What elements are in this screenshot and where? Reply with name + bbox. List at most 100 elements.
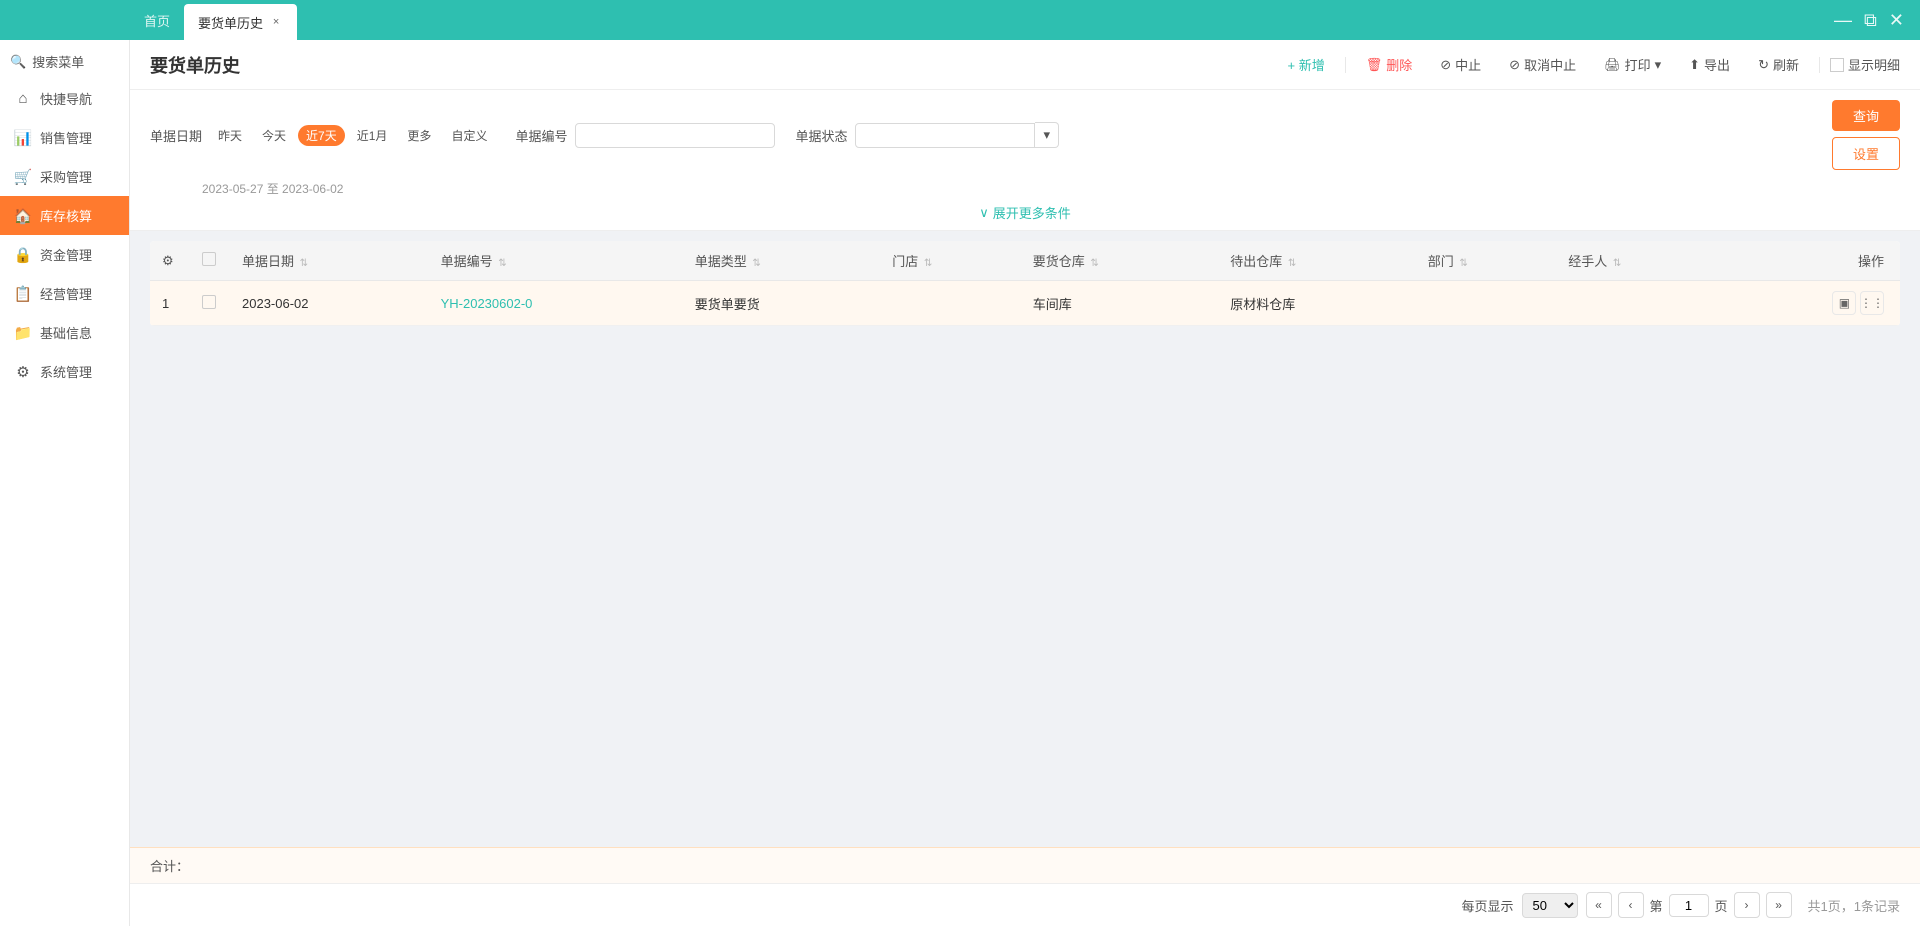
content-area: 要货单历史 + 新增 🗑 删除 ⊘ 中止 ⊘ 取消中止 (130, 40, 1920, 926)
sort-req-wh-icon: ⇅ (1090, 258, 1098, 269)
expand-more-btn[interactable]: ∨ 展开更多条件 (150, 199, 1900, 230)
tab-home[interactable]: 首页 (130, 0, 184, 40)
sort-date-icon: ⇅ (300, 258, 308, 269)
first-page-btn[interactable]: « (1586, 892, 1612, 918)
print-icon: 🖨 (1604, 57, 1621, 73)
next-page-btn[interactable]: › (1734, 892, 1760, 918)
stop-icon: ⊘ (1440, 57, 1451, 73)
cell-checkbox[interactable] (190, 281, 230, 326)
tab-close-icon[interactable]: × (269, 15, 283, 29)
order-history-tab-label: 要货单历史 (198, 13, 263, 32)
sort-dept-icon: ⇅ (1459, 258, 1467, 269)
sidebar-item-inventory[interactable]: 🏠 库存核算 (0, 196, 129, 235)
print-button[interactable]: 🖨 打印 ▾ (1594, 50, 1671, 79)
query-button[interactable]: 查询 (1832, 100, 1900, 131)
bill-status-label: 单据状态 (795, 126, 847, 145)
row-view-icon[interactable]: ▣ (1832, 291, 1856, 315)
search-menu-icon: 🔍 (10, 54, 26, 70)
th-department[interactable]: 部门 ⇅ (1416, 241, 1556, 281)
window-controls: — ⧉ ✕ (1834, 0, 1904, 40)
new-button[interactable]: + 新增 (1277, 50, 1334, 79)
th-bill-no[interactable]: 单据编号 ⇅ (429, 241, 683, 281)
restore-icon[interactable]: ⧉ (1864, 10, 1877, 31)
table-row: 1 2023-06-02 YH-20230602-0 要货单要货 车间库 原材料… (150, 281, 1900, 326)
sidebar-label-system: 系统管理 (40, 362, 92, 381)
row-more-icon[interactable]: ⋮⋮ (1860, 291, 1884, 315)
bill-no-link[interactable]: YH-20230602-0 (441, 296, 533, 311)
shortcut-today[interactable]: 今天 (254, 125, 294, 146)
shortcut-more[interactable]: 更多 (399, 125, 439, 146)
th-req-warehouse[interactable]: 要货仓库 ⇅ (1021, 241, 1219, 281)
export-icon: ⬆ (1689, 57, 1700, 73)
sidebar: 🔍 搜索菜单 ⌂ 快捷导航 📊 销售管理 🛒 采购管理 🏠 库存核算 🔒 (0, 40, 130, 926)
per-page-select[interactable]: 50 10 20 100 (1522, 893, 1578, 918)
close-window-icon[interactable]: ✕ (1889, 10, 1904, 31)
th-settings[interactable]: ⚙ (150, 241, 190, 281)
top-bar: 首页 要货单历史 × — ⧉ ✕ (0, 0, 1920, 40)
bill-status-dropdown[interactable]: ▾ (1035, 122, 1059, 148)
expand-chevron-icon: ∨ (979, 205, 989, 221)
sidebar-label-finance: 资金管理 (40, 245, 92, 264)
th-bill-type[interactable]: 单据类型 ⇅ (683, 241, 881, 281)
bill-status-input[interactable] (855, 123, 1035, 148)
base-icon: 📁 (14, 324, 32, 342)
sidebar-item-quick-nav[interactable]: ⌂ 快捷导航 (0, 79, 129, 118)
filter-settings-button[interactable]: 设置 (1832, 137, 1900, 170)
display-detail-checkbox[interactable] (1830, 58, 1844, 72)
sidebar-item-system[interactable]: ⚙ 系统管理 (0, 352, 129, 391)
refresh-button[interactable]: ↻ 刷新 (1748, 50, 1809, 79)
table-body: 1 2023-06-02 YH-20230602-0 要货单要货 车间库 原材料… (150, 281, 1900, 326)
delete-button[interactable]: 🗑 删除 (1356, 50, 1423, 79)
cell-operation: ▣ ⋮⋮ (1725, 281, 1900, 326)
chart-icon: 📊 (14, 129, 32, 147)
page-label: 第 (1650, 896, 1663, 915)
sidebar-label-base-info: 基础信息 (40, 323, 92, 342)
date-filter-label: 单据日期 (150, 126, 202, 145)
header-checkbox[interactable] (202, 252, 216, 266)
content-header: 要货单历史 + 新增 🗑 删除 ⊘ 中止 ⊘ 取消中止 (130, 40, 1920, 90)
stop-button[interactable]: ⊘ 中止 (1430, 50, 1491, 79)
page-input[interactable] (1669, 894, 1709, 917)
cell-bill-no: YH-20230602-0 (429, 281, 683, 326)
delete-icon: 🗑 (1366, 57, 1383, 73)
prev-page-btn[interactable]: ‹ (1618, 892, 1644, 918)
sort-store-icon: ⇅ (924, 258, 932, 269)
sidebar-item-purchase-mgmt[interactable]: 🛒 采购管理 (0, 157, 129, 196)
sidebar-item-sales-mgmt[interactable]: 📊 销售管理 (0, 118, 129, 157)
page-unit: 页 (1715, 896, 1728, 915)
tab-order-history[interactable]: 要货单历史 × (184, 4, 297, 40)
bill-number-input[interactable] (575, 123, 775, 148)
sort-handler-icon: ⇅ (1613, 258, 1621, 269)
th-pending-warehouse[interactable]: 待出仓库 ⇅ (1218, 241, 1416, 281)
sidebar-label-sales-mgmt: 销售管理 (40, 128, 92, 147)
sidebar-search[interactable]: 🔍 搜索菜单 (0, 40, 129, 79)
pagination-nav: « ‹ 第 页 › » (1586, 892, 1792, 918)
shortcut-7days[interactable]: 近7天 (298, 125, 345, 146)
last-page-btn[interactable]: » (1766, 892, 1792, 918)
sidebar-item-base-info[interactable]: 📁 基础信息 (0, 313, 129, 352)
export-button[interactable]: ⬆ 导出 (1679, 50, 1740, 79)
th-store[interactable]: 门店 ⇅ (880, 241, 1020, 281)
page-title: 要货单历史 (150, 52, 240, 78)
cancel-stop-button[interactable]: ⊘ 取消中止 (1499, 50, 1586, 79)
shortcut-1month[interactable]: 近1月 (349, 125, 396, 146)
summary-bar: 合计： (130, 847, 1920, 883)
filter-row-1: 单据日期 昨天 今天 近7天 近1月 更多 自定义 单据编号 (150, 100, 1900, 180)
shortcut-yesterday[interactable]: 昨天 (210, 125, 250, 146)
th-checkbox[interactable] (190, 241, 230, 281)
cell-pending-warehouse: 原材料仓库 (1218, 281, 1416, 326)
bill-status-filter: 单据状态 ▾ (795, 122, 1059, 148)
minimize-icon[interactable]: — (1834, 10, 1852, 31)
th-date[interactable]: 单据日期 ⇅ (230, 241, 429, 281)
sidebar-item-finance[interactable]: 🔒 资金管理 (0, 235, 129, 274)
search-menu-label: 搜索菜单 (32, 52, 84, 71)
shortcut-custom[interactable]: 自定义 (443, 125, 495, 146)
table-container: ⚙ 单据日期 ⇅ 单据编号 ⇅ 单据类型 ⇅ 门店 ⇅ 要货仓库 ⇅ 待出仓库 … (130, 231, 1920, 847)
display-detail-option[interactable]: 显示明细 (1830, 55, 1900, 74)
filter-area: 单据日期 昨天 今天 近7天 近1月 更多 自定义 单据编号 (130, 90, 1920, 231)
th-handler[interactable]: 经手人 ⇅ (1556, 241, 1725, 281)
cell-department (1416, 281, 1556, 326)
sidebar-label-quick-nav: 快捷导航 (40, 89, 92, 108)
row-checkbox[interactable] (202, 295, 216, 309)
sidebar-item-operations[interactable]: 📋 经营管理 (0, 274, 129, 313)
